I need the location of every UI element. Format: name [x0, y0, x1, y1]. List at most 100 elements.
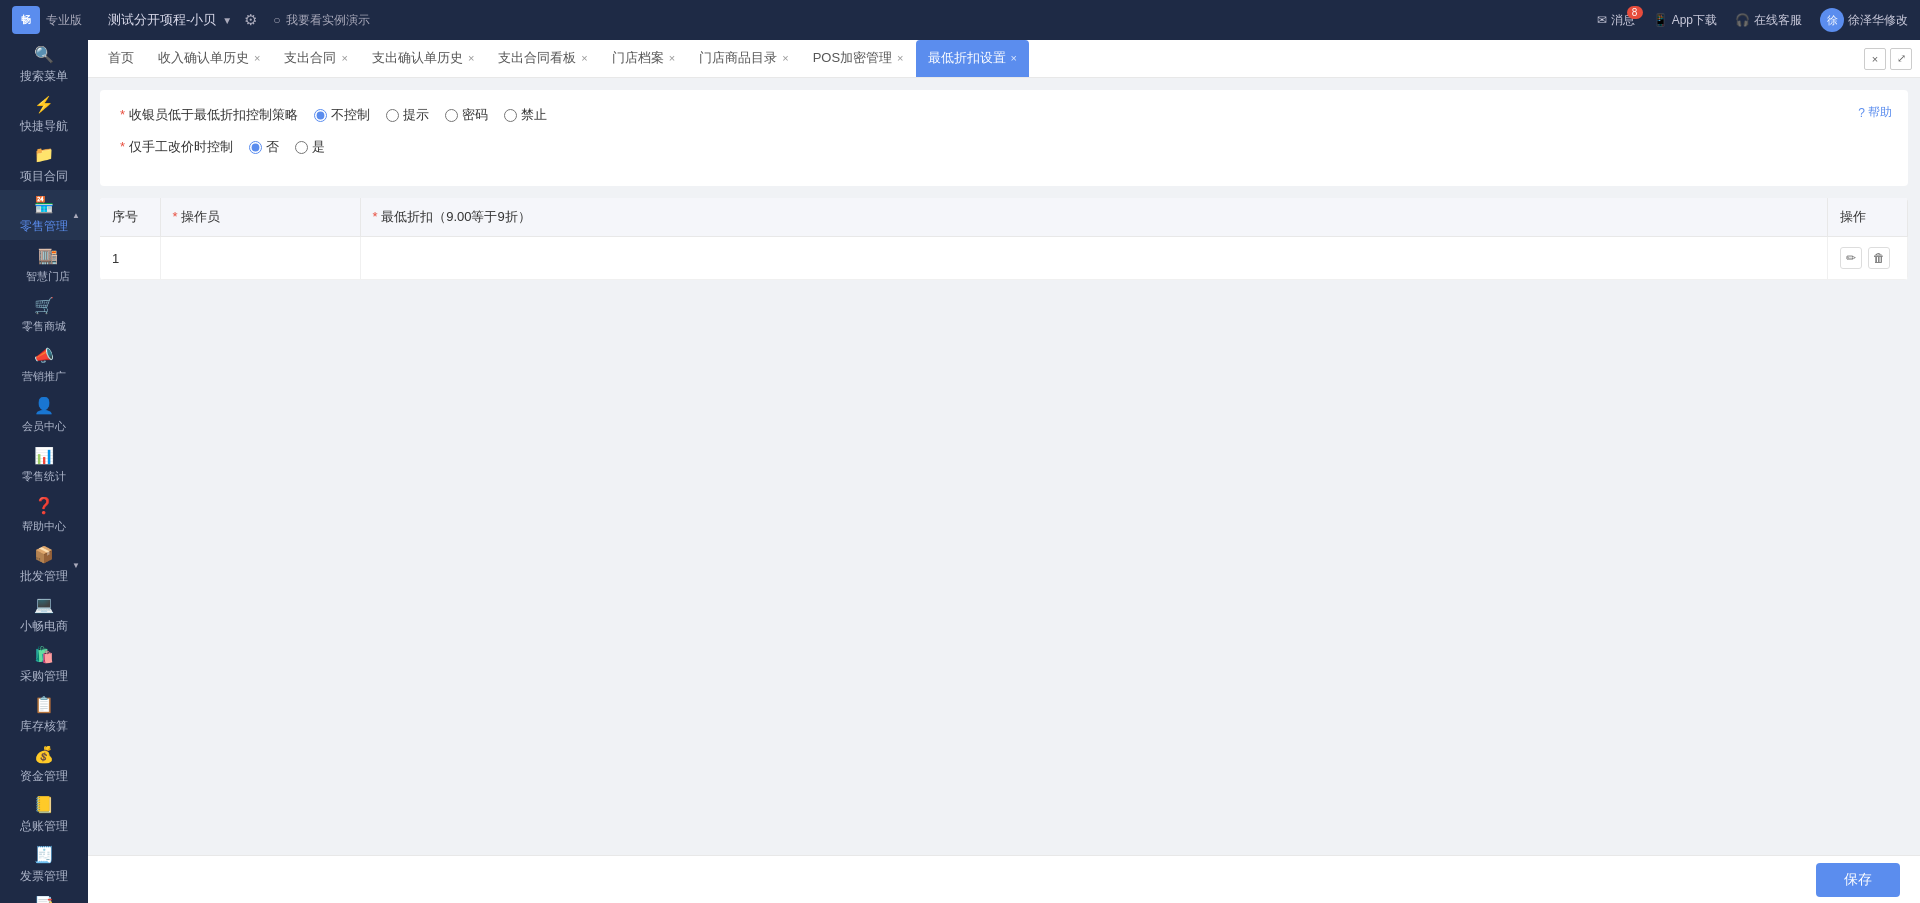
- sidebar-item-project[interactable]: 📁 项目合同: [0, 140, 88, 190]
- finance-icon: 💰: [34, 745, 54, 764]
- radio-password-input[interactable]: [445, 109, 458, 122]
- sidebar-item-ecommerce[interactable]: 💻 小畅电商: [0, 590, 88, 640]
- sidebar-item-label: 零售商城: [22, 319, 66, 334]
- tab-close-icon[interactable]: ×: [1011, 52, 1017, 64]
- radio-hint[interactable]: 提示: [386, 106, 429, 124]
- settings-icon[interactable]: ⚙: [244, 11, 257, 29]
- radio-forbid-input[interactable]: [504, 109, 517, 122]
- tab-label: 最低折扣设置: [928, 49, 1006, 67]
- discount-table-section: 序号 操作员 最低折扣（9.00等于9折） 操作 1: [100, 198, 1908, 280]
- manual-control-radio-group: 否 是: [249, 138, 325, 156]
- radio-forbid[interactable]: 禁止: [504, 106, 547, 124]
- sidebar-item-ledger[interactable]: 📒 总账管理: [0, 790, 88, 840]
- tab-close-icon[interactable]: ×: [669, 52, 675, 64]
- message-button[interactable]: ✉ 消息 8: [1597, 12, 1635, 29]
- sidebar-item-finance[interactable]: 💰 资金管理: [0, 740, 88, 790]
- manual-control-label: 仅手工改价时控制: [120, 138, 233, 156]
- delete-icon[interactable]: 🗑: [1868, 247, 1890, 269]
- tab-close-icon[interactable]: ×: [341, 52, 347, 64]
- sidebar-item-wholesale[interactable]: 📦 批发管理: [0, 540, 88, 590]
- help-icon: ❓: [34, 496, 54, 515]
- bottom-bar: 保存: [88, 855, 1920, 903]
- discount-strategy-row: 收银员低于最低折扣控制策略 不控制 提示 密码: [120, 106, 1888, 124]
- radio-hint-input[interactable]: [386, 109, 399, 122]
- retail-icon: 🏪: [34, 195, 54, 214]
- stats-icon: 📊: [34, 446, 54, 465]
- tab-payment-board[interactable]: 支出合同看板 ×: [486, 40, 599, 78]
- tab-pos-password[interactable]: POS加密管理 ×: [801, 40, 916, 78]
- message-badge: 8: [1627, 6, 1643, 19]
- sidebar-item-label: 库存核算: [20, 718, 68, 735]
- tab-close-icon[interactable]: ×: [782, 52, 788, 64]
- inventory-icon: 📋: [34, 695, 54, 714]
- radio-password[interactable]: 密码: [445, 106, 488, 124]
- tab-close-icon[interactable]: ×: [897, 52, 903, 64]
- tab-close-icon[interactable]: ×: [254, 52, 260, 64]
- tab-label: POS加密管理: [813, 49, 892, 67]
- sidebar-item-member[interactable]: 👤 会员中心: [0, 390, 88, 440]
- save-button[interactable]: 保存: [1816, 863, 1900, 897]
- sidebar-item-retail[interactable]: 🏪 零售管理: [0, 190, 88, 240]
- message-icon: ✉: [1597, 13, 1607, 27]
- top-bar: 畅 专业版 测试分开项程-小贝 ▼ ⚙ ○ 我要看实例演示 ✉ 消息 8 📱 A…: [0, 0, 1920, 40]
- operator-input[interactable]: [173, 251, 348, 266]
- cell-operator[interactable]: [160, 237, 360, 280]
- sidebar-item-online-shop[interactable]: 🛒 零售商城: [0, 290, 88, 340]
- ledger-icon: 📒: [34, 795, 54, 814]
- app-download-button[interactable]: 📱 App下载: [1653, 12, 1717, 29]
- tab-label: 门店档案: [612, 49, 664, 67]
- main-layout: 🔍 搜索菜单 ⚡ 快捷导航 📁 项目合同 🏪 零售管理 🏬 智慧门店 🛒 零售商…: [0, 40, 1920, 903]
- radio-no-input[interactable]: [249, 141, 262, 154]
- project-selector[interactable]: 测试分开项程-小贝 ▼: [100, 11, 240, 29]
- download-icon: 📱: [1653, 13, 1668, 27]
- radio-password-label: 密码: [462, 106, 488, 124]
- edit-icon[interactable]: ✏: [1840, 247, 1862, 269]
- sidebar-item-tax[interactable]: 📑 税务管理: [0, 890, 88, 903]
- demo-link[interactable]: ○ 我要看实例演示: [273, 12, 369, 29]
- sidebar-item-invoice[interactable]: 🧾 发票管理: [0, 840, 88, 890]
- min-discount-input[interactable]: [373, 251, 1816, 266]
- cell-seq: 1: [100, 237, 160, 280]
- col-header-seq: 序号: [100, 198, 160, 237]
- sidebar-item-stats[interactable]: 📊 零售统计: [0, 440, 88, 490]
- sidebar-item-help[interactable]: ❓ 帮助中心: [0, 490, 88, 540]
- tab-close-icon[interactable]: ×: [468, 52, 474, 64]
- radio-yes-input[interactable]: [295, 141, 308, 154]
- tab-payment-contract[interactable]: 支出合同 ×: [272, 40, 359, 78]
- radio-no-control-input[interactable]: [314, 109, 327, 122]
- close-tab-button[interactable]: ×: [1864, 48, 1886, 70]
- help-button[interactable]: ? 帮助: [1858, 104, 1892, 121]
- radio-forbid-label: 禁止: [521, 106, 547, 124]
- tab-label: 支出确认单历史: [372, 49, 463, 67]
- sidebar-item-label: 批发管理: [20, 568, 68, 585]
- help-label: 帮助: [1868, 104, 1892, 121]
- tab-close-icon[interactable]: ×: [581, 52, 587, 64]
- radio-yes[interactable]: 是: [295, 138, 325, 156]
- user-menu-button[interactable]: 徐 徐泽华修改: [1820, 8, 1908, 32]
- sidebar-item-marketing[interactable]: 📣 营销推广: [0, 340, 88, 390]
- tab-min-discount[interactable]: 最低折扣设置 ×: [916, 40, 1029, 78]
- radio-no-control[interactable]: 不控制: [314, 106, 370, 124]
- content-area: 首页 收入确认单历史 × 支出合同 × 支出确认单历史 × 支出合同看板 × 门…: [88, 40, 1920, 903]
- tab-payment-history[interactable]: 支出确认单历史 ×: [360, 40, 486, 78]
- tab-store-archive[interactable]: 门店档案 ×: [600, 40, 687, 78]
- sidebar-item-label: 会员中心: [22, 419, 66, 434]
- cell-min-discount[interactable]: [360, 237, 1828, 280]
- sidebar-item-purchase[interactable]: 🛍️ 采购管理: [0, 640, 88, 690]
- tab-home[interactable]: 首页: [96, 40, 146, 78]
- sidebar-item-shortcut[interactable]: ⚡ 快捷导航: [0, 90, 88, 140]
- expand-tab-button[interactable]: ⤢: [1890, 48, 1912, 70]
- customer-service-button[interactable]: 🎧 在线客服: [1735, 12, 1802, 29]
- sidebar-item-label: 搜索菜单: [20, 68, 68, 85]
- tab-store-catalog[interactable]: 门店商品目录 ×: [687, 40, 800, 78]
- sidebar-item-search[interactable]: 🔍 搜索菜单: [0, 40, 88, 90]
- radio-no[interactable]: 否: [249, 138, 279, 156]
- sidebar-item-inventory[interactable]: 📋 库存核算: [0, 690, 88, 740]
- sidebar-item-smart-store[interactable]: 🏬 智慧门店: [0, 240, 88, 290]
- header-actions: ✉ 消息 8 📱 App下载 🎧 在线客服 徐 徐泽华修改: [1597, 8, 1908, 32]
- logo-icon: 畅: [12, 6, 40, 34]
- customer-service-label: 在线客服: [1754, 12, 1802, 29]
- tab-income-history[interactable]: 收入确认单历史 ×: [146, 40, 272, 78]
- table-header-row: 序号 操作员 最低折扣（9.00等于9折） 操作: [100, 198, 1908, 237]
- app-logo: 畅 专业版: [12, 6, 100, 34]
